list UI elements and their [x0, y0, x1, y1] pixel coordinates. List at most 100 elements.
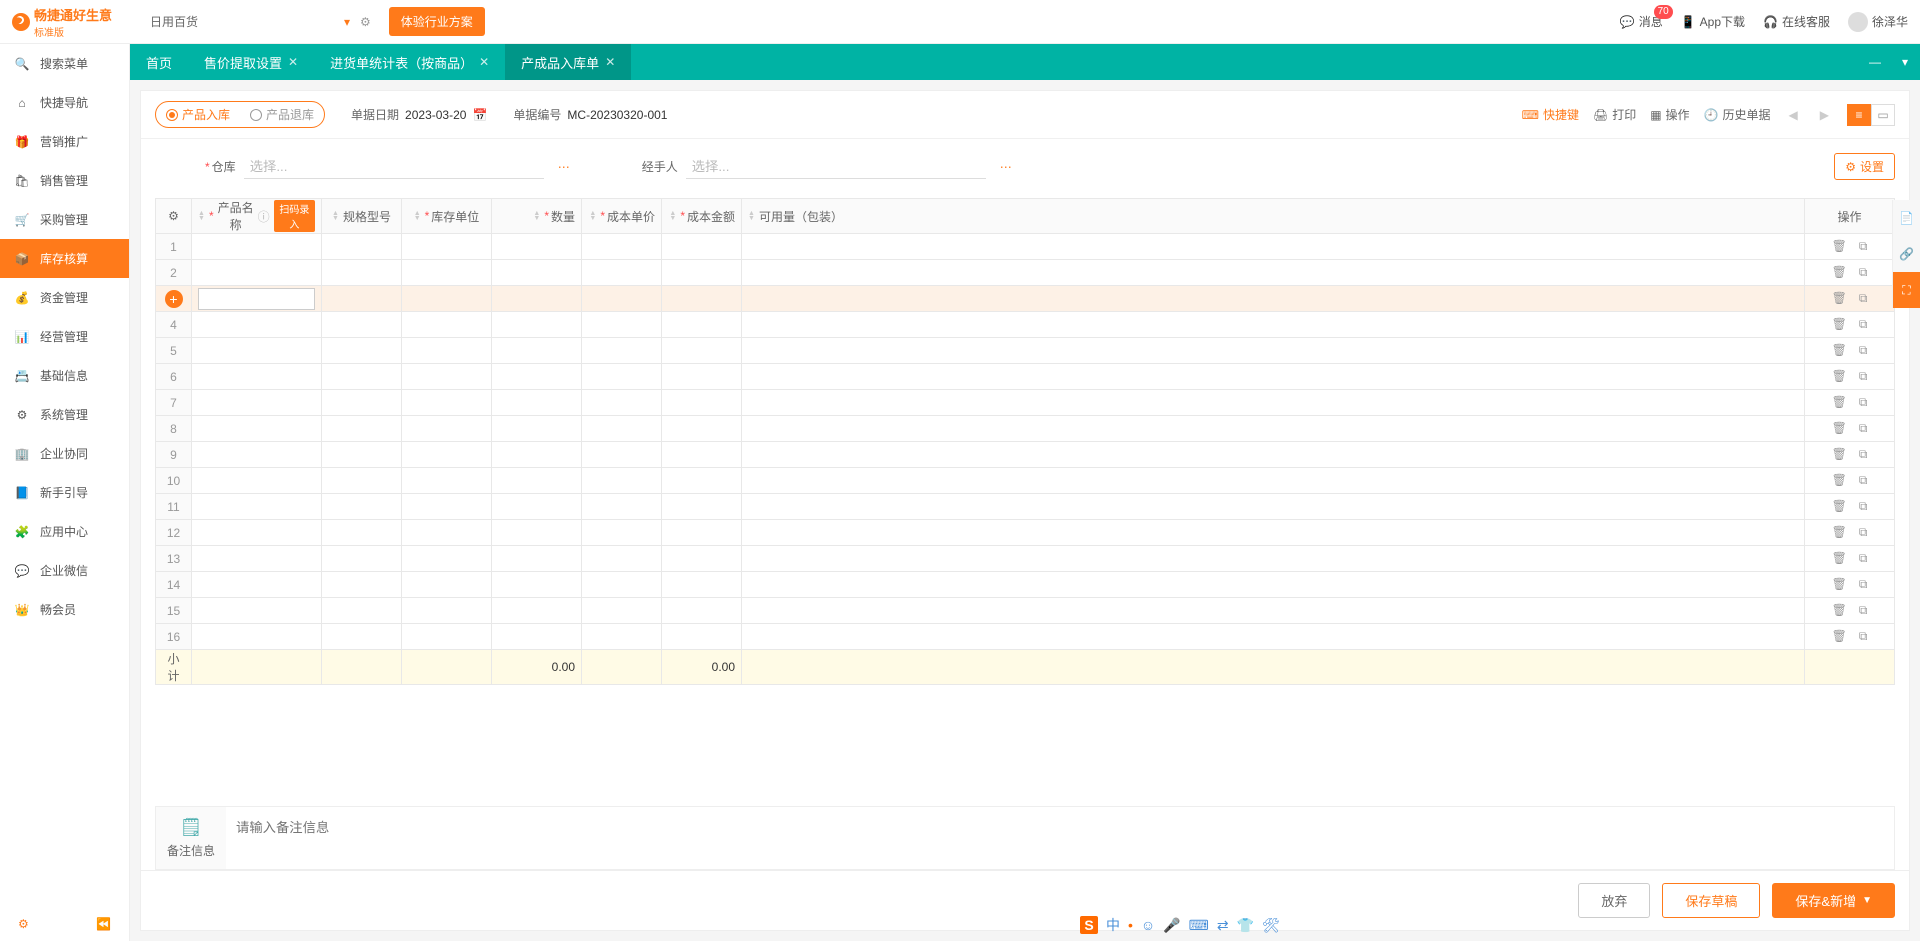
- tab-3[interactable]: 产成品入库单✕: [505, 44, 631, 80]
- amount-cell[interactable]: [662, 494, 742, 520]
- sidebar-settings-icon[interactable]: ⚙: [18, 917, 29, 931]
- sidebar-item-5[interactable]: 📦库存核算: [0, 239, 129, 278]
- qty-cell[interactable]: [492, 468, 582, 494]
- sidebar-item-6[interactable]: 💰资金管理: [0, 278, 129, 317]
- operate-link[interactable]: ▦ 操作: [1650, 106, 1689, 123]
- amount-cell[interactable]: [662, 286, 742, 312]
- copy-row-icon[interactable]: ⧉: [1859, 525, 1868, 540]
- table-row[interactable]: 1🗑⧉: [156, 234, 1895, 260]
- spec-cell[interactable]: [322, 416, 402, 442]
- amount-cell[interactable]: [662, 468, 742, 494]
- org-settings-icon[interactable]: ⚙: [360, 15, 371, 29]
- rail-item-2[interactable]: 🔗: [1893, 236, 1920, 272]
- mode-in-radio[interactable]: 产品入库: [156, 102, 240, 127]
- price-cell[interactable]: [582, 390, 662, 416]
- delete-row-icon[interactable]: 🗑: [1832, 291, 1847, 306]
- product-name-cell[interactable]: [192, 520, 322, 546]
- available-cell[interactable]: [742, 338, 1805, 364]
- price-cell[interactable]: [582, 546, 662, 572]
- prev-doc-button[interactable]: ◀: [1785, 108, 1802, 122]
- unit-cell[interactable]: [402, 390, 492, 416]
- delete-row-icon[interactable]: 🗑: [1832, 317, 1847, 332]
- product-name-cell[interactable]: [192, 234, 322, 260]
- amount-cell[interactable]: [662, 390, 742, 416]
- save-and-new-button[interactable]: 保存&新增 ▼: [1772, 883, 1895, 918]
- price-cell[interactable]: [582, 598, 662, 624]
- copy-row-icon[interactable]: ⧉: [1859, 369, 1868, 384]
- copy-row-icon[interactable]: ⧉: [1859, 447, 1868, 462]
- copy-row-icon[interactable]: ⧉: [1859, 239, 1868, 254]
- product-name-cell[interactable]: [192, 390, 322, 416]
- tab-menu-button[interactable]: ▾: [1890, 44, 1920, 80]
- amount-cell[interactable]: [662, 416, 742, 442]
- table-row[interactable]: 2🗑⧉: [156, 260, 1895, 286]
- product-name-cell[interactable]: [192, 260, 322, 286]
- tab-1[interactable]: 售价提取设置✕: [188, 44, 314, 80]
- remark-input[interactable]: [226, 807, 1894, 861]
- delete-row-icon[interactable]: 🗑: [1832, 447, 1847, 462]
- help-icon[interactable]: ⓘ: [258, 208, 270, 225]
- close-icon[interactable]: ✕: [605, 55, 615, 69]
- delete-row-icon[interactable]: 🗑: [1832, 265, 1847, 280]
- copy-row-icon[interactable]: ⧉: [1859, 551, 1868, 566]
- delete-row-icon[interactable]: 🗑: [1832, 577, 1847, 592]
- sidebar-collapse-icon[interactable]: ⏪: [96, 917, 111, 931]
- amount-cell[interactable]: [662, 364, 742, 390]
- sidebar-item-7[interactable]: 📊经营管理: [0, 317, 129, 356]
- sidebar-item-3[interactable]: 🛍销售管理: [0, 161, 129, 200]
- product-name-cell[interactable]: [192, 572, 322, 598]
- col-amount-header[interactable]: ▲▼*成本金额: [662, 199, 742, 234]
- table-row[interactable]: +🗑⧉: [156, 286, 1895, 312]
- table-row[interactable]: 4🗑⧉: [156, 312, 1895, 338]
- close-icon[interactable]: ✕: [288, 55, 298, 69]
- view-list-button[interactable]: ≡: [1847, 104, 1871, 126]
- rail-item-1[interactable]: 📄: [1893, 200, 1920, 236]
- amount-cell[interactable]: [662, 520, 742, 546]
- warehouse-input[interactable]: [244, 155, 544, 179]
- calendar-icon[interactable]: 📅: [472, 108, 487, 122]
- online-service-button[interactable]: 🎧 在线客服: [1763, 13, 1830, 30]
- user-menu[interactable]: 徐泽华: [1848, 12, 1908, 32]
- available-cell[interactable]: [742, 494, 1805, 520]
- price-cell[interactable]: [582, 572, 662, 598]
- table-row[interactable]: 8🗑⧉: [156, 416, 1895, 442]
- qty-cell[interactable]: [492, 520, 582, 546]
- unit-cell[interactable]: [402, 546, 492, 572]
- copy-row-icon[interactable]: ⧉: [1859, 499, 1868, 514]
- copy-row-icon[interactable]: ⧉: [1859, 577, 1868, 592]
- qty-cell[interactable]: [492, 494, 582, 520]
- ime-mic-icon[interactable]: 🎤: [1163, 917, 1180, 934]
- tab-minimize-button[interactable]: —: [1860, 44, 1890, 80]
- unit-cell[interactable]: [402, 286, 492, 312]
- price-cell[interactable]: [582, 286, 662, 312]
- qty-cell[interactable]: [492, 598, 582, 624]
- print-link[interactable]: 🖨 打印: [1593, 106, 1636, 123]
- ime-lang[interactable]: 中: [1106, 915, 1120, 935]
- handler-input[interactable]: [686, 155, 986, 179]
- spec-cell[interactable]: [322, 364, 402, 390]
- unit-cell[interactable]: [402, 624, 492, 650]
- table-wrap[interactable]: ⚙ ▲▼ * 产品名称 ⓘ 扫码录入: [141, 198, 1909, 796]
- copy-row-icon[interactable]: ⧉: [1859, 473, 1868, 488]
- org-selector[interactable]: 日用百货 ▾: [150, 13, 350, 30]
- qty-cell[interactable]: [492, 572, 582, 598]
- table-row[interactable]: 14🗑⧉: [156, 572, 1895, 598]
- delete-row-icon[interactable]: 🗑: [1832, 369, 1847, 384]
- close-icon[interactable]: ✕: [479, 55, 489, 69]
- tab-2[interactable]: 进货单统计表（按商品）✕: [314, 44, 505, 80]
- delete-row-icon[interactable]: 🗑: [1832, 421, 1847, 436]
- unit-cell[interactable]: [402, 520, 492, 546]
- amount-cell[interactable]: [662, 234, 742, 260]
- quick-keys-link[interactable]: ⌨ 快捷键: [1522, 106, 1579, 123]
- view-card-button[interactable]: ▭: [1871, 104, 1895, 126]
- sidebar-item-4[interactable]: 🛒采购管理: [0, 200, 129, 239]
- price-cell[interactable]: [582, 260, 662, 286]
- table-row[interactable]: 5🗑⧉: [156, 338, 1895, 364]
- unit-cell[interactable]: [402, 364, 492, 390]
- sidebar-item-13[interactable]: 💬企业微信: [0, 551, 129, 590]
- messages-button[interactable]: 💬 消息 70: [1620, 13, 1663, 30]
- table-row[interactable]: 11🗑⧉: [156, 494, 1895, 520]
- handler-picker-icon[interactable]: ⋯: [994, 160, 1018, 174]
- available-cell[interactable]: [742, 364, 1805, 390]
- ime-keyboard-icon[interactable]: ⌨: [1189, 917, 1209, 934]
